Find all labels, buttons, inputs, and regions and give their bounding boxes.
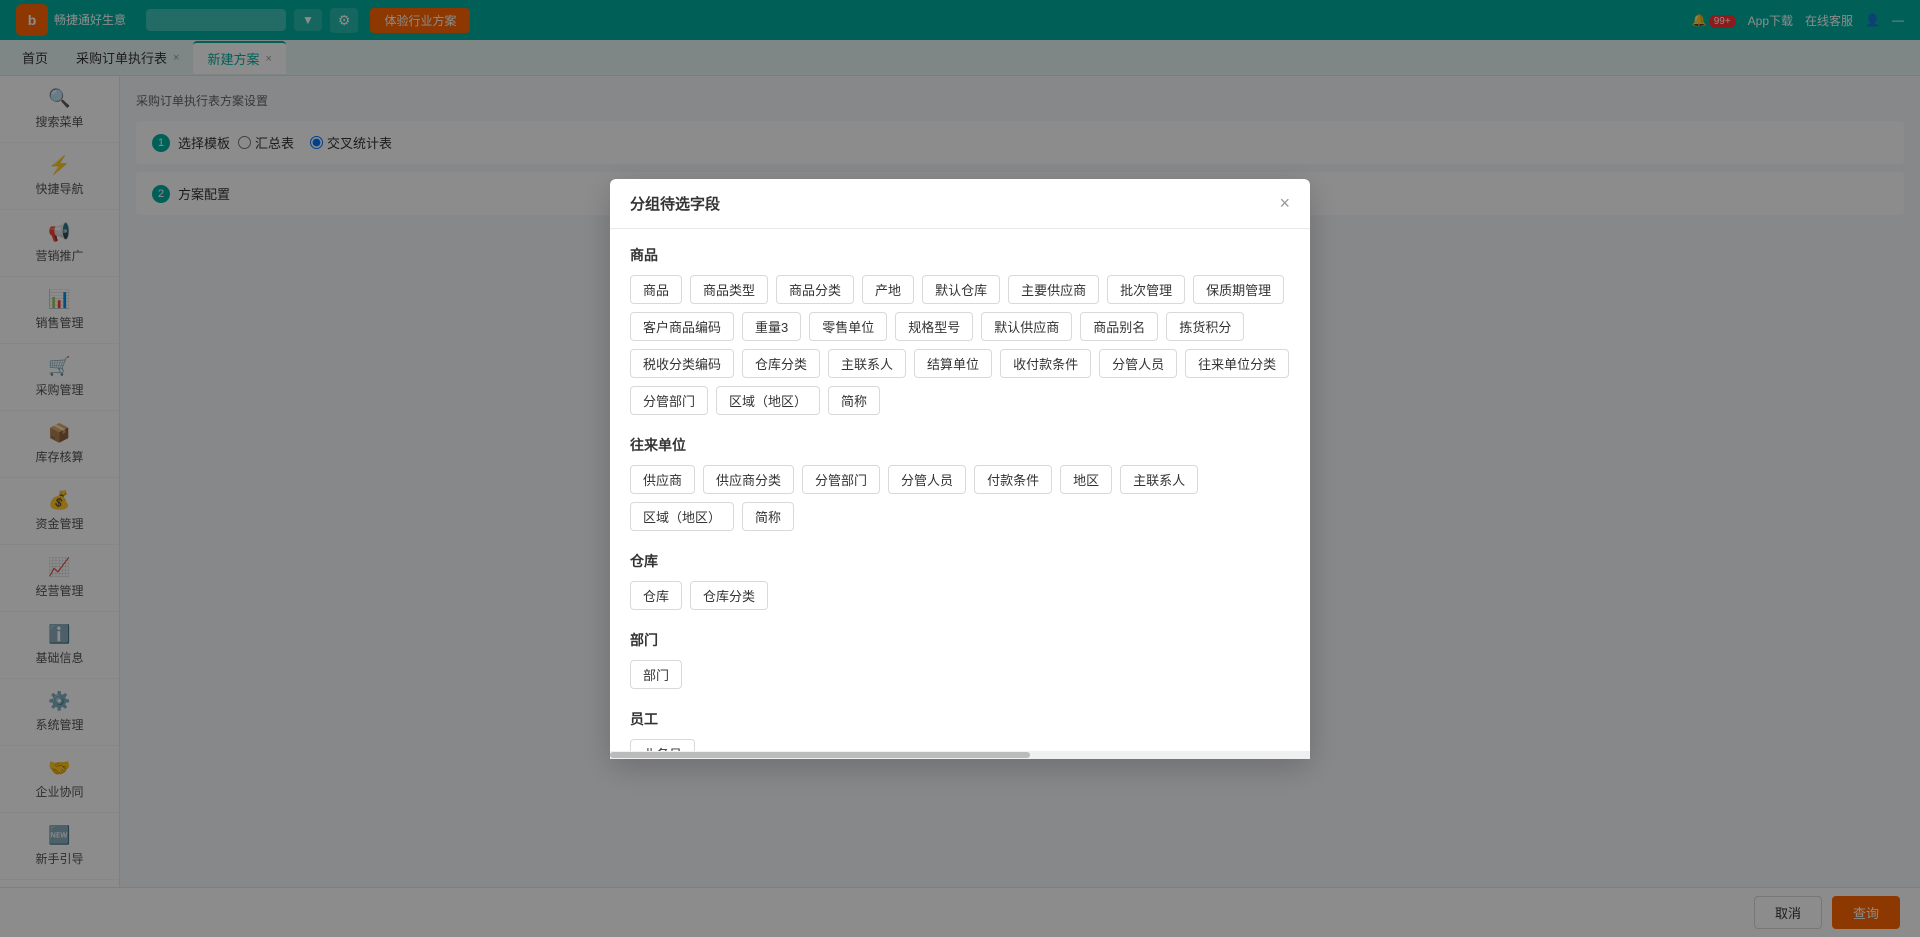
field-tag[interactable]: 税收分类编码: [630, 349, 734, 378]
field-tag[interactable]: 仓库: [630, 581, 682, 610]
field-tag[interactable]: 分管部门: [630, 386, 708, 415]
modal-header: 分组待选字段 ×: [610, 179, 1310, 229]
section-department-title: 部门: [630, 630, 1290, 650]
modal-body: 商品 商品 商品类型 商品分类 产地 默认仓库 主要供应商 批次管理 保质期管理…: [610, 229, 1310, 751]
field-tag[interactable]: 仓库分类: [690, 581, 768, 610]
modal-close-button[interactable]: ×: [1279, 193, 1290, 214]
section-employee-title: 员工: [630, 709, 1290, 729]
modal-overlay: 分组待选字段 × 商品 商品 商品类型 商品分类 产地 默认仓库 主要供应商 批…: [0, 0, 1920, 937]
section-product-fields: 商品 商品类型 商品分类 产地 默认仓库 主要供应商 批次管理 保质期管理 客户…: [630, 275, 1290, 415]
field-tag[interactable]: 重量3: [742, 312, 801, 341]
field-tag[interactable]: 规格型号: [895, 312, 973, 341]
section-warehouse: 仓库 仓库 仓库分类: [630, 551, 1290, 610]
field-tag[interactable]: 分管人员: [1099, 349, 1177, 378]
field-tag[interactable]: 零售单位: [809, 312, 887, 341]
field-tag[interactable]: 业务员: [630, 739, 695, 751]
field-tag[interactable]: 商品别名: [1080, 312, 1158, 341]
field-tag[interactable]: 主要供应商: [1008, 275, 1099, 304]
field-tag[interactable]: 区域（地区）: [630, 502, 734, 531]
field-tag[interactable]: 供应商分类: [703, 465, 794, 494]
field-tag[interactable]: 结算单位: [914, 349, 992, 378]
modal-horizontal-scrollbar[interactable]: [610, 751, 1310, 759]
section-employee-fields: 业务员: [630, 739, 1290, 751]
modal-title: 分组待选字段: [630, 193, 720, 214]
field-tag[interactable]: 往来单位分类: [1185, 349, 1289, 378]
field-tag[interactable]: 主联系人: [1120, 465, 1198, 494]
field-select-modal: 分组待选字段 × 商品 商品 商品类型 商品分类 产地 默认仓库 主要供应商 批…: [610, 179, 1310, 759]
section-counterparty-title: 往来单位: [630, 435, 1290, 455]
field-tag[interactable]: 收付款条件: [1000, 349, 1091, 378]
field-tag[interactable]: 批次管理: [1107, 275, 1185, 304]
field-tag[interactable]: 部门: [630, 660, 682, 689]
field-tag[interactable]: 地区: [1060, 465, 1112, 494]
field-tag[interactable]: 产地: [862, 275, 914, 304]
field-tag[interactable]: 商品分类: [776, 275, 854, 304]
field-tag[interactable]: 默认仓库: [922, 275, 1000, 304]
section-counterparty-fields: 供应商 供应商分类 分管部门 分管人员 付款条件 地区 主联系人 区域（地区） …: [630, 465, 1290, 531]
field-tag[interactable]: 简称: [828, 386, 880, 415]
field-tag[interactable]: 分管部门: [802, 465, 880, 494]
field-tag[interactable]: 分管人员: [888, 465, 966, 494]
field-tag[interactable]: 主联系人: [828, 349, 906, 378]
field-tag[interactable]: 拣货积分: [1166, 312, 1244, 341]
field-tag[interactable]: 供应商: [630, 465, 695, 494]
section-product: 商品 商品 商品类型 商品分类 产地 默认仓库 主要供应商 批次管理 保质期管理…: [630, 245, 1290, 415]
section-warehouse-fields: 仓库 仓库分类: [630, 581, 1290, 610]
field-tag[interactable]: 付款条件: [974, 465, 1052, 494]
section-counterparty: 往来单位 供应商 供应商分类 分管部门 分管人员 付款条件 地区 主联系人 区域…: [630, 435, 1290, 531]
field-tag[interactable]: 客户商品编码: [630, 312, 734, 341]
field-tag[interactable]: 商品类型: [690, 275, 768, 304]
section-product-title: 商品: [630, 245, 1290, 265]
field-tag[interactable]: 商品: [630, 275, 682, 304]
section-department-fields: 部门: [630, 660, 1290, 689]
field-tag[interactable]: 区域（地区）: [716, 386, 820, 415]
section-employee: 员工 业务员: [630, 709, 1290, 751]
field-tag[interactable]: 保质期管理: [1193, 275, 1284, 304]
section-warehouse-title: 仓库: [630, 551, 1290, 571]
field-tag[interactable]: 默认供应商: [981, 312, 1072, 341]
field-tag[interactable]: 仓库分类: [742, 349, 820, 378]
field-tag[interactable]: 简称: [742, 502, 794, 531]
section-department: 部门 部门: [630, 630, 1290, 689]
